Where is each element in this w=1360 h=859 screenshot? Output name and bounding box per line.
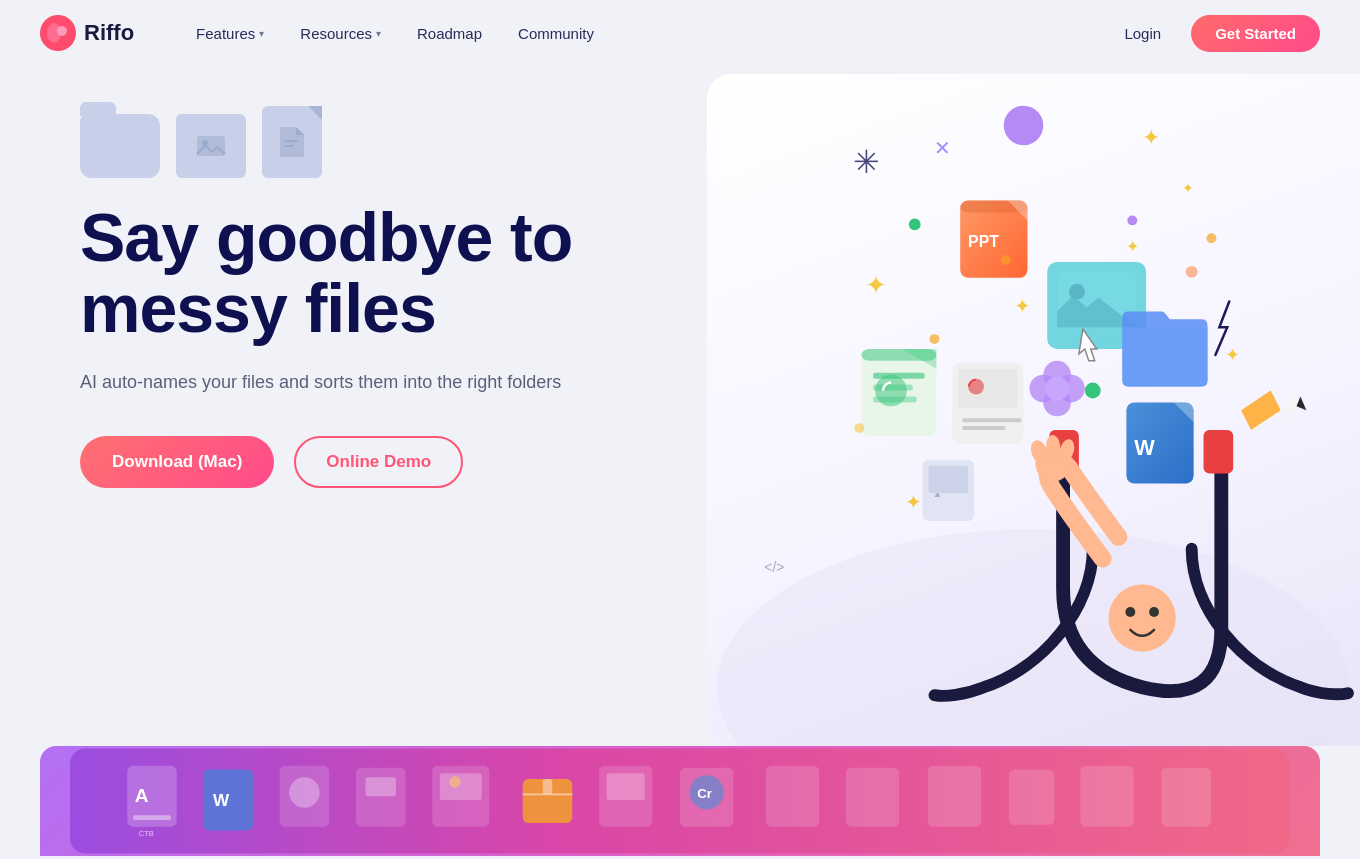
- svg-rect-74: [365, 777, 396, 796]
- folder-icon: [80, 114, 160, 178]
- svg-point-77: [449, 776, 460, 787]
- hero-file-icons: [80, 106, 647, 178]
- hero-left: Say goodbye to messy files AI auto-names…: [0, 66, 707, 746]
- logo-text: Riffo: [84, 20, 134, 46]
- svg-text:Cr: Cr: [697, 786, 712, 801]
- svg-point-56: [1109, 584, 1176, 651]
- svg-rect-89: [1080, 766, 1133, 827]
- logo-icon: [40, 15, 76, 51]
- svg-point-13: [909, 218, 921, 230]
- svg-text:✦: ✦: [905, 491, 922, 513]
- svg-point-51: [1001, 255, 1011, 265]
- svg-rect-73: [356, 768, 406, 827]
- svg-rect-55: [1204, 430, 1234, 474]
- svg-rect-67: [133, 815, 171, 820]
- svg-rect-85: [766, 766, 819, 827]
- svg-rect-43: [929, 466, 969, 494]
- svg-rect-79: [543, 779, 553, 794]
- download-mac-button[interactable]: Download (Mac): [80, 436, 274, 488]
- doc-file-icon: [262, 106, 322, 178]
- svg-text:✕: ✕: [935, 137, 952, 159]
- svg-rect-81: [607, 773, 645, 800]
- svg-point-57: [1126, 607, 1136, 617]
- svg-text:PPT: PPT: [968, 233, 999, 250]
- svg-point-37: [1045, 377, 1069, 401]
- svg-text:✦: ✦: [1225, 345, 1240, 365]
- svg-text:✦: ✦: [1142, 125, 1160, 150]
- svg-rect-76: [440, 773, 482, 800]
- svg-text:✳: ✳: [854, 144, 881, 180]
- svg-point-72: [289, 777, 320, 808]
- svg-point-49: [930, 334, 940, 344]
- svg-rect-29: [958, 369, 1017, 409]
- nav-features[interactable]: Features ▾: [182, 17, 278, 50]
- svg-text:</>: </>: [765, 559, 785, 575]
- svg-point-58: [1149, 607, 1159, 617]
- svg-rect-31: [962, 426, 1006, 430]
- svg-rect-87: [928, 766, 981, 827]
- logo-link[interactable]: Riffo: [40, 15, 134, 51]
- svg-rect-86: [846, 768, 899, 827]
- navbar: Riffo Features ▾ Resources ▾ Roadmap Com…: [0, 0, 1360, 66]
- svg-rect-6: [284, 145, 294, 147]
- svg-text:A: A: [135, 785, 149, 806]
- svg-text:✦: ✦: [1014, 295, 1031, 317]
- svg-rect-90: [1161, 768, 1211, 827]
- svg-point-21: [1069, 284, 1085, 300]
- svg-point-27: [875, 375, 907, 407]
- nav-roadmap[interactable]: Roadmap: [403, 17, 496, 50]
- get-started-button[interactable]: Get Started: [1191, 15, 1320, 52]
- svg-point-2: [57, 26, 67, 36]
- svg-point-50: [1207, 233, 1217, 243]
- resources-chevron-icon: ▾: [376, 28, 381, 39]
- features-chevron-icon: ▾: [259, 28, 264, 39]
- svg-rect-5: [284, 140, 298, 142]
- svg-point-9: [1004, 106, 1044, 146]
- nav-right: Login Get Started: [1110, 15, 1320, 52]
- svg-rect-30: [962, 418, 1021, 422]
- hero-subtitle: AI auto-names your files and sorts them …: [80, 369, 647, 396]
- image-file-icon: [176, 114, 246, 178]
- nav-resources[interactable]: Resources ▾: [286, 17, 395, 50]
- hero-buttons: Download (Mac) Online Demo: [80, 436, 647, 488]
- svg-point-14: [1186, 266, 1198, 278]
- hero-svg-illustration: ✳ ✦ ✦ ✕ PPT: [707, 74, 1360, 746]
- svg-rect-3: [197, 136, 225, 156]
- online-demo-button[interactable]: Online Demo: [294, 436, 463, 488]
- nav-links: Features ▾ Resources ▾ Roadmap Community: [182, 17, 1110, 50]
- svg-text:✦: ✦: [1182, 180, 1194, 196]
- svg-point-52: [1128, 215, 1138, 225]
- bottom-strip-svg: A CTB W Cr: [70, 746, 1290, 856]
- svg-text:✦: ✦: [865, 271, 887, 299]
- svg-text:CTB: CTB: [139, 829, 154, 838]
- hero-title: Say goodbye to messy files: [80, 202, 647, 345]
- bottom-preview-strip: A CTB W Cr: [40, 746, 1320, 856]
- svg-point-15: [1085, 383, 1101, 399]
- svg-text:W: W: [213, 790, 230, 810]
- login-button[interactable]: Login: [1110, 17, 1175, 50]
- svg-text:W: W: [1134, 435, 1155, 460]
- hero-section: Say goodbye to messy files AI auto-names…: [0, 66, 1360, 746]
- svg-point-53: [855, 423, 865, 433]
- svg-text:✦: ✦: [1127, 238, 1140, 255]
- svg-point-7: [717, 529, 1350, 746]
- nav-community[interactable]: Community: [504, 17, 608, 50]
- hero-illustration-area: ✳ ✦ ✦ ✕ PPT: [707, 74, 1360, 746]
- svg-rect-88: [1009, 770, 1055, 825]
